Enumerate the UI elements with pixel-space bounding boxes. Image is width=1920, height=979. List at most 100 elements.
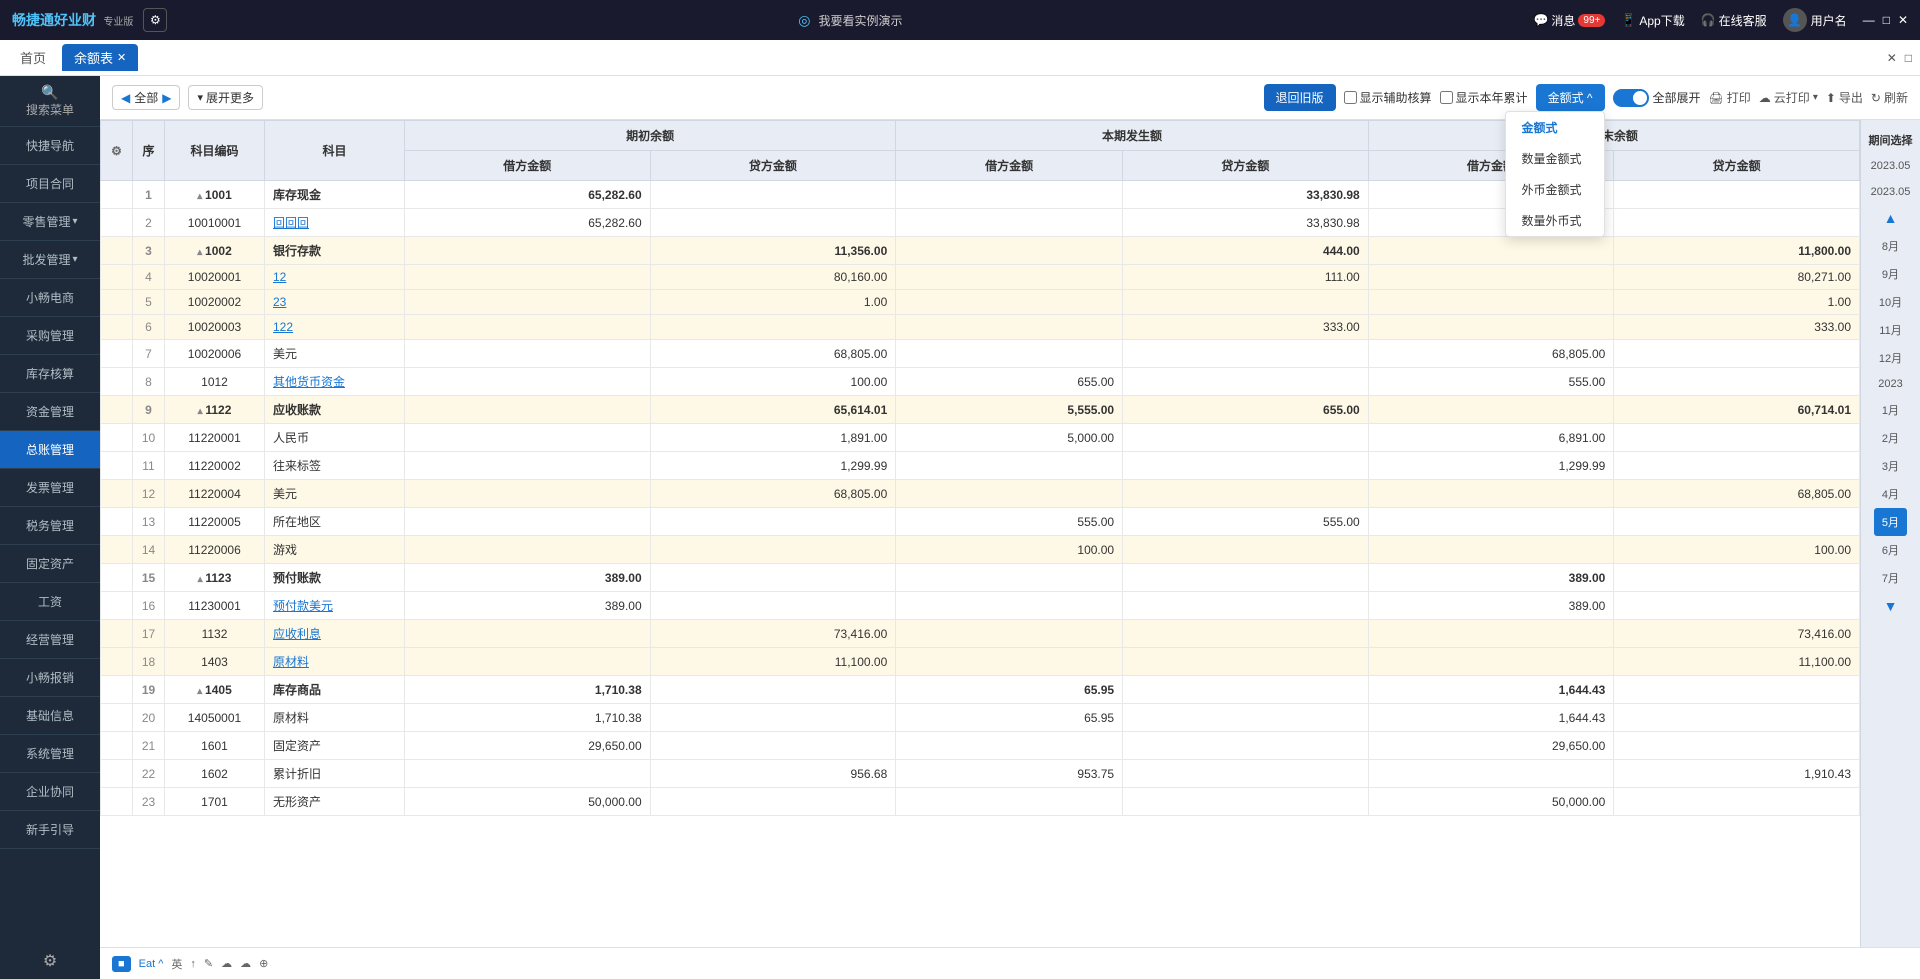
demo-link[interactable]: 我要看实例演示 [819,12,903,29]
row-closing-debit: 1,644.43 [1368,704,1614,732]
row-closing-debit: 389.00 [1368,592,1614,620]
table-settings-icon[interactable]: ⚙ [111,144,122,158]
dropdown-item-amount[interactable]: 金额式 [1506,112,1604,143]
dropdown-item-foreign[interactable]: 外币金额式 [1506,174,1604,205]
message-btn[interactable]: 💬 消息 99+ [1533,12,1605,29]
row-subject[interactable]: 应收利息 [265,620,405,648]
row-closing-debit [1368,315,1614,340]
refresh-btn[interactable]: ↻ 刷新 [1871,89,1908,106]
row-closing-credit [1614,340,1860,368]
period-month-11月[interactable]: 11月 [1874,316,1906,344]
sidebar-item-ledger[interactable]: 总账管理 [0,431,100,469]
dropdown-item-qty-foreign[interactable]: 数量外币式 [1506,205,1604,236]
row-subject[interactable]: 122 [265,315,405,340]
row-code: 11220006 [165,536,265,564]
row-no: 9 [133,396,165,424]
table-row: 1611230001预付款美元389.00389.00 [101,592,1860,620]
sidebar-item-sales[interactable]: 小畅报销 [0,659,100,697]
row-closing-credit [1614,704,1860,732]
bottom-icon-edit[interactable]: ✎ [204,957,213,970]
expand-all-toggle[interactable] [1613,89,1649,107]
bottom-icon-square[interactable]: ■ [112,956,131,972]
period-month-8月[interactable]: 8月 [1874,232,1906,260]
sidebar-item-purchase[interactable]: 采购管理 [0,317,100,355]
sidebar-item-assets[interactable]: 固定资产 [0,545,100,583]
sidebar-item-cooperation[interactable]: 企业协同 [0,773,100,811]
settings-icon[interactable]: ⚙ [143,8,167,32]
bottom-icon-lang[interactable]: 英 [171,956,182,972]
period-month-7月[interactable]: 7月 [1874,564,1906,592]
sidebar-item-invoice[interactable]: 发票管理 [0,469,100,507]
expand-more-btn[interactable]: ▾ 展开更多 [188,85,263,110]
bottom-icon-upload[interactable]: ↑ [190,958,196,970]
amount-style-btn[interactable]: 金额式 ^ [1536,84,1605,111]
show-annual-check[interactable]: 显示本年累计 [1440,89,1528,106]
period-2023-1[interactable]: 2023.05 [1861,154,1920,178]
row-opening-debit [405,315,651,340]
period-month-3月[interactable]: 3月 [1874,452,1906,480]
sidebar-item-inventory[interactable]: 库存核算 [0,355,100,393]
period-2023-2[interactable]: 2023.05 [1861,180,1920,204]
row-no: 3 [133,237,165,265]
sidebar-item-basic[interactable]: 基础信息 [0,697,100,735]
sidebar-item-system[interactable]: 系统管理 [0,735,100,773]
filter-all-btn[interactable]: ◀ 全部 ▶ [112,85,180,110]
sidebar-item-salary[interactable]: 工资 [0,583,100,621]
print-btn[interactable]: 🖨 打印 [1709,89,1751,106]
period-month-4月[interactable]: 4月 [1874,480,1906,508]
return-old-btn[interactable]: 退回旧版 [1264,84,1336,111]
download-btn[interactable]: 📱 App下载 [1621,12,1684,29]
dropdown-item-qty-amount[interactable]: 数量金额式 [1506,143,1604,174]
row-no: 5 [133,290,165,315]
sidebar-search[interactable]: 🔍 搜索菜单 [0,76,100,127]
col-settings[interactable]: ⚙ [101,121,133,181]
export-btn[interactable]: ⬆ 导出 [1826,89,1863,106]
cloud-print-btn[interactable]: ☁ 云打印 ▾ [1759,89,1818,106]
bottom-icon-cloud2[interactable]: ☁ [240,957,251,970]
sidebar-item-tax[interactable]: 税务管理 [0,507,100,545]
row-current-debit: 65.95 [896,704,1123,732]
sidebar-settings[interactable]: ⚙ [0,943,100,979]
period-month-6月[interactable]: 6月 [1874,536,1906,564]
sidebar-item-retail[interactable]: 零售管理 ▾ [0,203,100,241]
show-auxiliary-check[interactable]: 显示辅助核算 [1344,89,1432,106]
service-btn[interactable]: 🎧 在线客服 [1701,12,1767,29]
row-opening-debit [405,480,651,508]
bottom-icon-plus[interactable]: ⊕ [259,957,268,970]
period-down-icon[interactable]: ▼ [1880,594,1902,618]
sidebar-item-wholesale[interactable]: 批发管理 ▾ [0,241,100,279]
user-area[interactable]: 👤 用户名 [1783,8,1847,32]
period-up-icon[interactable]: ▲ [1880,206,1902,230]
sidebar-item-nav[interactable]: 快捷导航 [0,127,100,165]
row-subject[interactable]: 预付款美元 [265,592,405,620]
tab-balance[interactable]: 余额表 ✕ [62,44,138,71]
row-closing-credit [1614,676,1860,704]
row-closing-debit [1368,760,1614,788]
filter-group: ◀ 全部 ▶ [112,85,180,110]
table-row: 181403原材料11,100.0011,100.00 [101,648,1860,676]
period-month-5月[interactable]: 5月 [1874,508,1906,536]
bottom-icon-cloud1[interactable]: ☁ [221,957,232,970]
row-subject[interactable]: 12 [265,265,405,290]
period-month-10月[interactable]: 10月 [1874,288,1906,316]
sidebar-item-operations[interactable]: 经营管理 [0,621,100,659]
period-month-9月[interactable]: 9月 [1874,260,1906,288]
period-month-2023[interactable]: 2023 [1874,372,1906,396]
tab-close-icon[interactable]: ✕ [117,51,126,64]
sidebar-item-project[interactable]: 项目合同 [0,165,100,203]
sidebar-item-capital[interactable]: 资金管理 [0,393,100,431]
row-subject: 美元 [265,480,405,508]
period-month-12月[interactable]: 12月 [1874,344,1906,372]
row-code: 10010001 [165,209,265,237]
period-month-1月[interactable]: 1月 [1874,396,1906,424]
sidebar-item-guide[interactable]: 新手引导 [0,811,100,849]
top-bar-right: 💬 消息 99+ 📱 App下载 🎧 在线客服 👤 用户名 — □ ✕ [1533,8,1908,32]
period-month-2月[interactable]: 2月 [1874,424,1906,452]
row-subject[interactable]: 原材料 [265,648,405,676]
row-subject[interactable]: 其他货币资金 [265,368,405,396]
sidebar-item-ecommerce[interactable]: 小畅电商 [0,279,100,317]
row-opening-credit: 1.00 [650,290,896,315]
row-subject[interactable]: 回回回 [265,209,405,237]
tab-home[interactable]: 首页 [8,44,58,71]
row-subject[interactable]: 23 [265,290,405,315]
